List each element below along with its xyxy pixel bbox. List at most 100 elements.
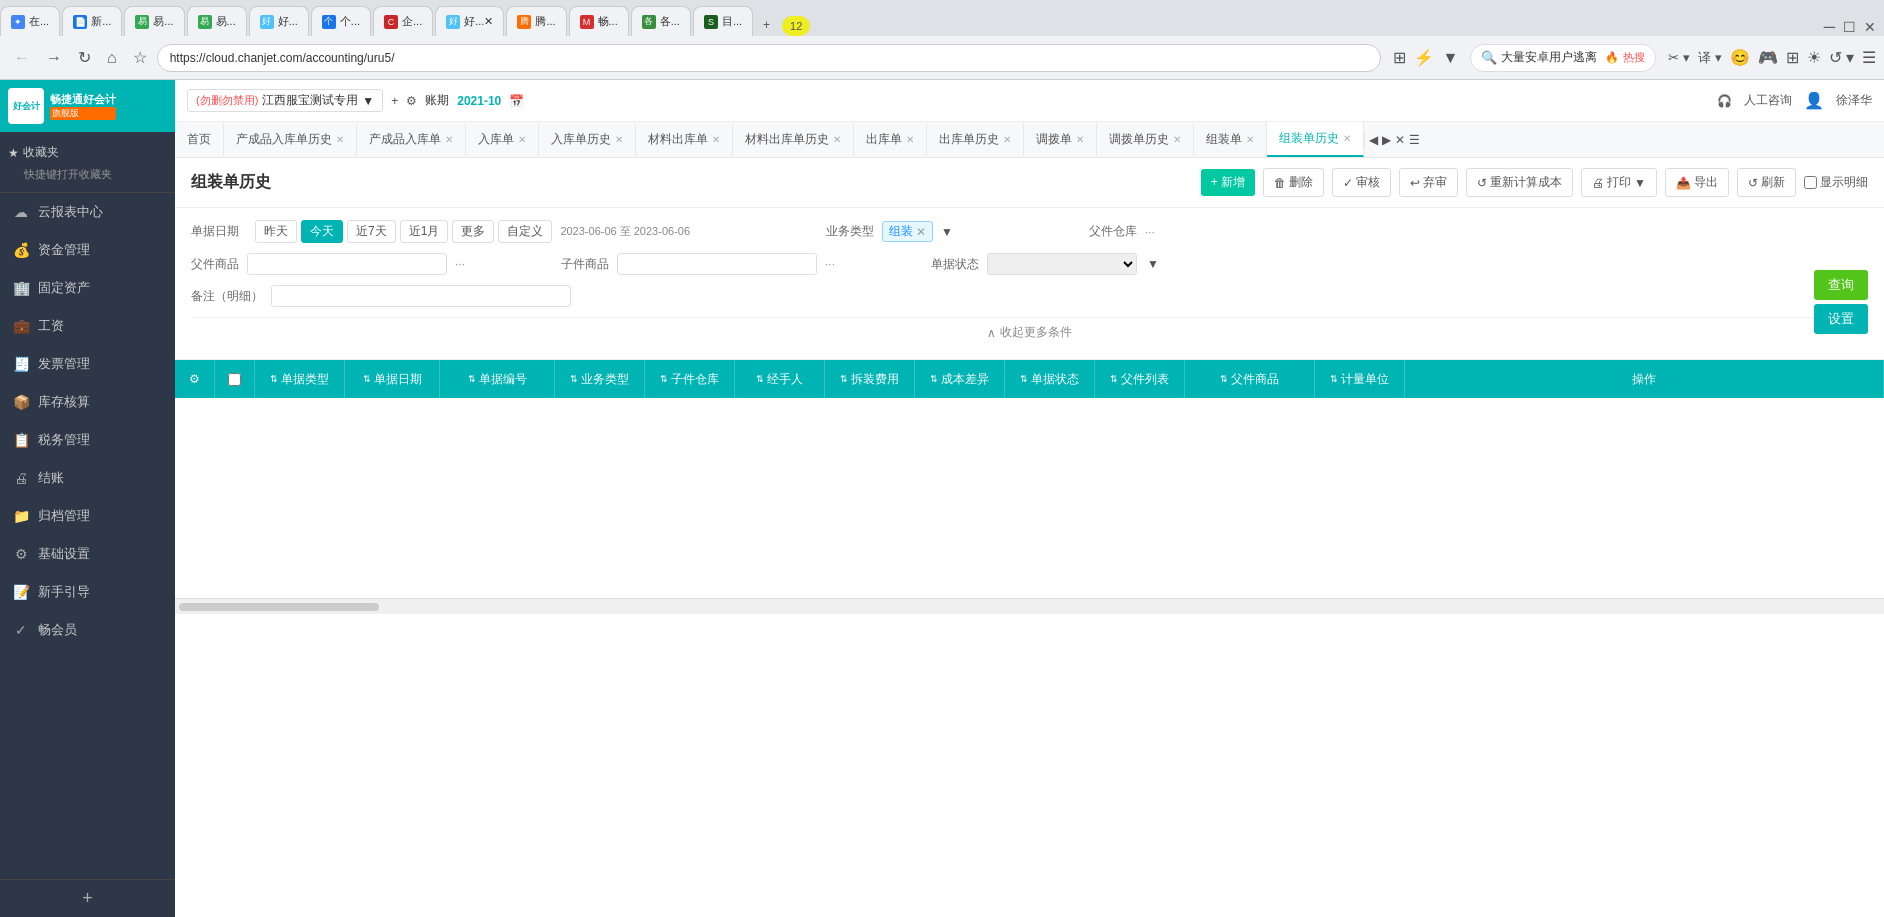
- game-icon[interactable]: 🎮: [1758, 48, 1778, 67]
- parent-goods-dots[interactable]: ···: [455, 257, 465, 271]
- window-close-btn[interactable]: ✕: [1864, 19, 1876, 35]
- child-goods-input[interactable]: [617, 253, 817, 275]
- nav-tab-mat-out[interactable]: 材料出库单 ✕: [636, 123, 733, 156]
- custom-btn[interactable]: 自定义: [498, 220, 552, 243]
- tabs-scroll-left[interactable]: ◀: [1369, 133, 1378, 147]
- browser-tab-10[interactable]: M 畅...: [569, 6, 629, 36]
- nav-tab-assemble-history-close[interactable]: ✕: [1343, 133, 1351, 144]
- user-icon[interactable]: 👤: [1804, 91, 1824, 110]
- apps-icon[interactable]: ⊞: [1786, 48, 1799, 67]
- home-button[interactable]: ⌂: [101, 45, 123, 71]
- th-cost-diff[interactable]: ⇅ 成本差异: [915, 360, 1005, 398]
- nav-tab-in-order[interactable]: 入库单 ✕: [466, 123, 539, 156]
- nav-tab-mat-out-history[interactable]: 材料出库单历史 ✕: [733, 123, 854, 156]
- reload-button[interactable]: ↻: [72, 44, 97, 71]
- filter-collapse-btn[interactable]: ∧ 收起更多条件: [191, 317, 1868, 347]
- th-parent-goods[interactable]: ⇅ 父件商品: [1185, 360, 1315, 398]
- sidebar-favorites-sub[interactable]: 快捷键打开收藏夹: [8, 165, 167, 184]
- horizontal-scrollbar[interactable]: [175, 598, 1884, 614]
- nav-tab-adjust[interactable]: 调拨单 ✕: [1024, 123, 1097, 156]
- order-status-select[interactable]: [987, 253, 1137, 275]
- window-minimize-btn[interactable]: ─: [1824, 18, 1835, 36]
- child-goods-dots[interactable]: ···: [825, 257, 835, 271]
- sidebar-item-checkout[interactable]: 🖨 结账: [0, 459, 175, 497]
- user-name[interactable]: 徐泽华: [1836, 92, 1872, 109]
- scrollbar-thumb[interactable]: [179, 603, 379, 611]
- tabs-close-current[interactable]: ✕: [1395, 133, 1405, 147]
- emoji-icon[interactable]: 😊: [1730, 48, 1750, 67]
- grid-icon[interactable]: ⊞: [1393, 48, 1406, 67]
- select-all-checkbox[interactable]: [228, 373, 241, 386]
- lightning-icon[interactable]: ⚡: [1414, 48, 1434, 67]
- yesterday-btn[interactable]: 昨天: [255, 220, 297, 243]
- recalc-button[interactable]: ↺ 重新计算成本: [1466, 168, 1573, 197]
- settings-action-button[interactable]: 设置: [1814, 304, 1868, 334]
- nav-tab-prod-in-history[interactable]: 产成品入库单历史 ✕: [224, 123, 357, 156]
- export-button[interactable]: 📤 导出: [1665, 168, 1729, 197]
- nav-tab-adjust-close[interactable]: ✕: [1076, 134, 1084, 145]
- menu-icon[interactable]: ☰: [1862, 48, 1876, 67]
- nav-tab-prod-in-close[interactable]: ✕: [445, 134, 453, 145]
- sidebar-item-cloud-report[interactable]: ☁ 云报表中心: [0, 193, 175, 231]
- nav-tab-out-close[interactable]: ✕: [906, 134, 914, 145]
- browser-tab-6[interactable]: 个 个...: [311, 6, 371, 36]
- sidebar-item-guide[interactable]: 📝 新手引导: [0, 573, 175, 611]
- th-order-date[interactable]: ⇅ 单据日期: [345, 360, 440, 398]
- browser-tab-3[interactable]: 易 易...: [124, 6, 184, 36]
- refresh-button[interactable]: ↺ 刷新: [1737, 168, 1796, 197]
- forward-button[interactable]: →: [40, 45, 68, 71]
- th-handler[interactable]: ⇅ 经手人: [735, 360, 825, 398]
- delete-button[interactable]: 🗑 删除: [1263, 168, 1324, 197]
- consult-icon[interactable]: 🎧: [1717, 94, 1732, 108]
- nav-tab-assemble[interactable]: 组装单 ✕: [1194, 123, 1267, 156]
- nav-tab-out-history-close[interactable]: ✕: [1003, 134, 1011, 145]
- more-btn[interactable]: 更多: [452, 220, 494, 243]
- consult-label[interactable]: 人工咨询: [1744, 92, 1792, 109]
- nav-tab-mat-out-close[interactable]: ✕: [712, 134, 720, 145]
- nav-tab-prod-in-history-close[interactable]: ✕: [336, 134, 344, 145]
- translate-icon[interactable]: 译 ▾: [1698, 49, 1722, 67]
- calendar-icon[interactable]: 📅: [509, 94, 524, 108]
- settings-icon[interactable]: ⚙: [406, 94, 417, 108]
- nav-tab-adjust-history-close[interactable]: ✕: [1173, 134, 1181, 145]
- new-tab-button[interactable]: +: [755, 14, 778, 36]
- show-detail-checkbox[interactable]: [1804, 176, 1817, 189]
- theme-icon[interactable]: ☀: [1807, 48, 1821, 67]
- bookmark-button[interactable]: ☆: [127, 44, 153, 71]
- browser-tab-4[interactable]: 易 易...: [187, 6, 247, 36]
- th-disassemble-fee[interactable]: ⇅ 拆装费用: [825, 360, 915, 398]
- show-detail-checkbox-wrapper[interactable]: 显示明细: [1804, 174, 1868, 191]
- browser-tab-12[interactable]: S 目...: [693, 6, 753, 36]
- print-button[interactable]: 🖨 打印 ▼: [1581, 168, 1657, 197]
- sidebar-item-inventory[interactable]: 📦 库存核算: [0, 383, 175, 421]
- nav-tab-adjust-history[interactable]: 调拨单历史 ✕: [1097, 123, 1194, 156]
- nav-tab-in-history[interactable]: 入库单历史 ✕: [539, 123, 636, 156]
- back-button[interactable]: ←: [8, 45, 36, 71]
- browser-tab-11[interactable]: 各 各...: [631, 6, 691, 36]
- nav-tab-in-history-close[interactable]: ✕: [615, 134, 623, 145]
- sidebar-item-fixed-assets[interactable]: 🏢 固定资产: [0, 269, 175, 307]
- sidebar-item-invoice[interactable]: 🧾 发票管理: [0, 345, 175, 383]
- window-maximize-btn[interactable]: ☐: [1843, 19, 1856, 35]
- tab-close-icon-8[interactable]: ✕: [484, 15, 493, 28]
- tabs-scroll-right[interactable]: ▶: [1382, 133, 1391, 147]
- query-button[interactable]: 查询: [1814, 270, 1868, 300]
- parent-goods-input[interactable]: [247, 253, 447, 275]
- sidebar-add-button[interactable]: +: [82, 888, 93, 908]
- parent-warehouse-dots[interactable]: ···: [1145, 225, 1155, 239]
- notes-input[interactable]: [271, 285, 571, 307]
- company-selector[interactable]: (勿删勿禁用) 江西服宝测试专用 ▼: [187, 89, 383, 112]
- nav-tab-assemble-close[interactable]: ✕: [1246, 134, 1254, 145]
- th-unit[interactable]: ⇅ 计量单位: [1315, 360, 1405, 398]
- th-checkbox[interactable]: [215, 360, 255, 398]
- tabs-more-menu[interactable]: ☰: [1409, 133, 1420, 147]
- sidebar-item-archive[interactable]: 📁 归档管理: [0, 497, 175, 535]
- browser-tab-9[interactable]: 腾 腾...: [506, 6, 566, 36]
- sidebar-item-member[interactable]: ✓ 畅会员: [0, 611, 175, 649]
- history-icon[interactable]: ↺ ▾: [1829, 48, 1854, 67]
- th-child-warehouse[interactable]: ⇅ 子件仓库: [645, 360, 735, 398]
- th-order-no[interactable]: ⇅ 单据编号: [440, 360, 555, 398]
- sidebar-item-fund[interactable]: 💰 资金管理: [0, 231, 175, 269]
- browser-tab-1[interactable]: ✦ 在...: [0, 6, 60, 36]
- browser-tab-2[interactable]: 📄 新...: [62, 6, 122, 36]
